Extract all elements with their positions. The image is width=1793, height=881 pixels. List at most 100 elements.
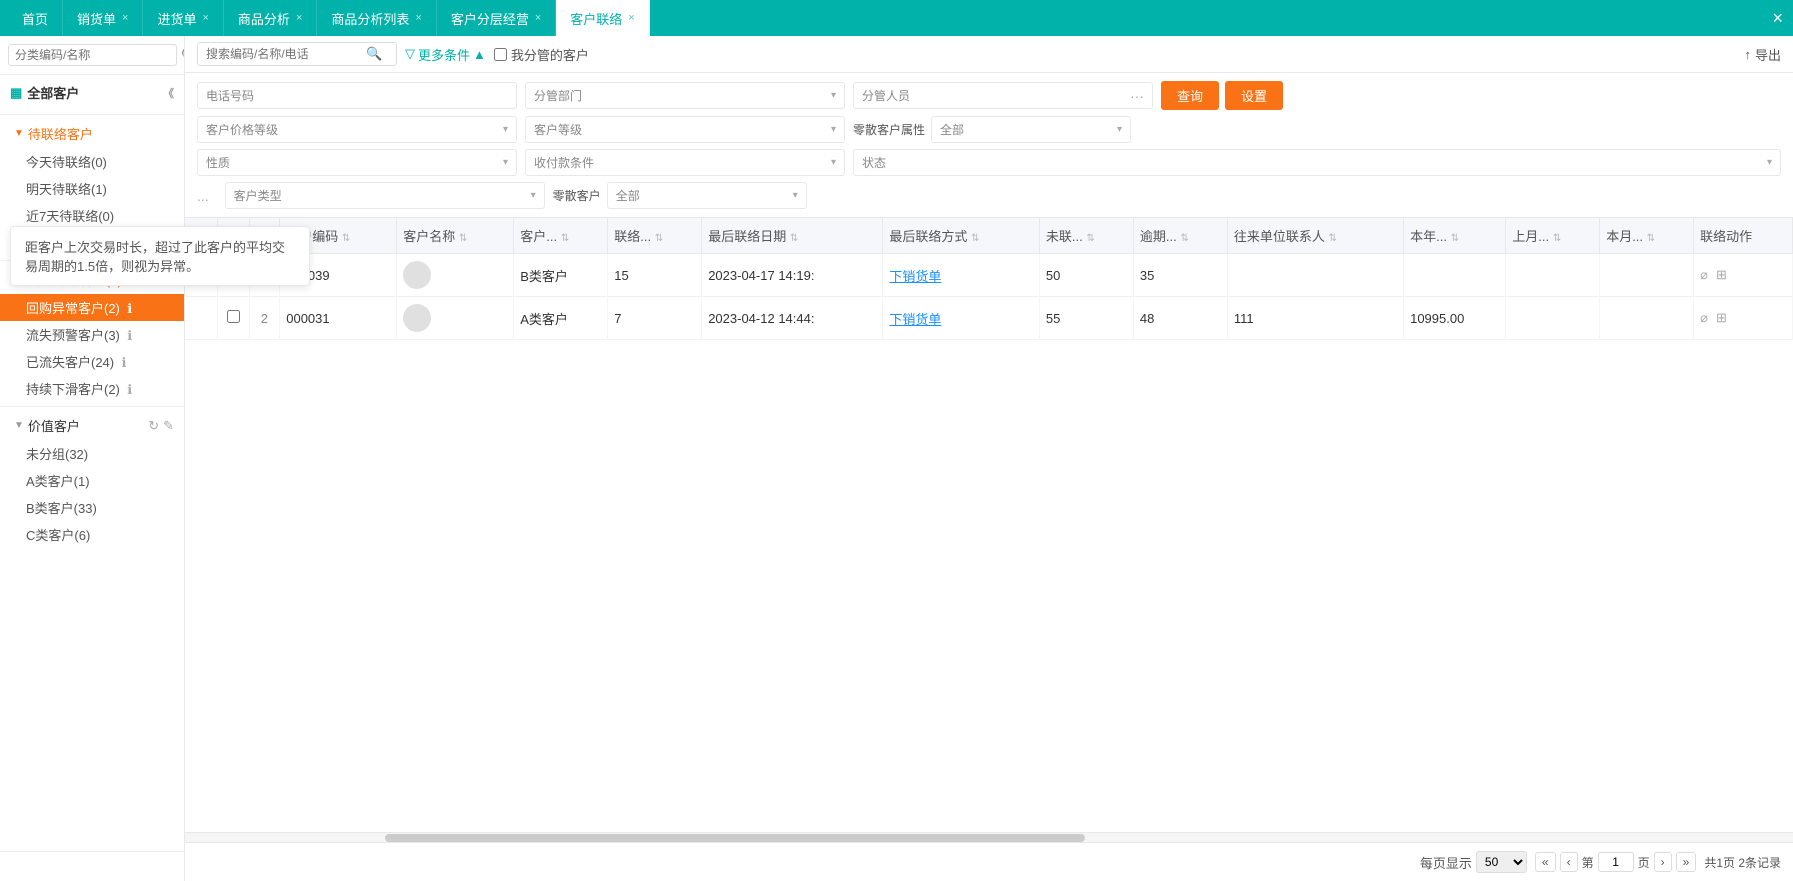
refresh-icon[interactable]: ↻: [148, 418, 159, 434]
td-gear: [185, 297, 217, 340]
settings-button[interactable]: 设置: [1225, 81, 1283, 110]
table-row: 2 000031 A类客户 7 2023-04-12 14:44: 下销货单 5…: [185, 297, 1793, 340]
td-uncontacted: 50: [1039, 254, 1133, 297]
query-button[interactable]: 查询: [1161, 81, 1219, 110]
payment-field[interactable]: 收付款条件 ▾: [525, 149, 845, 176]
contact-icon[interactable]: ⌀: [1700, 310, 1708, 326]
sidebar-item-c-class[interactable]: C类客户(6): [0, 521, 184, 548]
first-page-button[interactable]: «: [1535, 852, 1556, 872]
close-icon[interactable]: ×: [628, 12, 634, 24]
customer-type-field[interactable]: 客户类型 ▾: [225, 182, 545, 209]
scatter-attr-field[interactable]: 全部 ▾: [931, 116, 1131, 143]
td-customer-type: B类客户: [514, 254, 608, 297]
th-unit-contact[interactable]: 往来单位联系人 ⇅: [1227, 218, 1403, 254]
close-all-button[interactable]: ×: [1772, 9, 1783, 27]
th-last-contact-method[interactable]: 最后联络方式 ⇅: [883, 218, 1040, 254]
th-overdue[interactable]: 逾期... ⇅: [1133, 218, 1227, 254]
sidebar-item-churned[interactable]: 已流失客户(24) ℹ: [0, 348, 184, 375]
export-icon: ↑: [1744, 47, 1751, 62]
th-current-year[interactable]: 本年... ⇅: [1404, 218, 1506, 254]
my-customers-check[interactable]: [494, 48, 507, 61]
td-last-contact-method: 下销货单: [883, 254, 1040, 297]
expand-dots[interactable]: ...: [197, 188, 209, 204]
nav-purchase-order[interactable]: 进货单 ×: [143, 0, 223, 36]
sidebar-item-7day-contact[interactable]: 近7天待联络(0): [0, 202, 184, 229]
chevron-up-icon: ▲: [473, 47, 486, 62]
th-uncontacted[interactable]: 未联... ⇅: [1039, 218, 1133, 254]
export-button[interactable]: ↑ 导出: [1744, 45, 1781, 64]
horizontal-scrollbar[interactable]: [185, 832, 1793, 842]
close-icon[interactable]: ×: [202, 12, 208, 24]
sidebar-search-input[interactable]: [8, 44, 177, 66]
sidebar-item-a-class[interactable]: A类客户(1): [0, 467, 184, 494]
last-page-button[interactable]: »: [1676, 852, 1697, 872]
sort-icon: ⇅: [561, 233, 569, 244]
td-action: ⌀ ⊞: [1694, 297, 1793, 340]
sidebar-item-declining[interactable]: 持续下滑客户(2) ℹ: [0, 375, 184, 402]
th-contact-count[interactable]: 联络... ⇅: [608, 218, 702, 254]
more-action-icon[interactable]: ⊞: [1716, 267, 1727, 283]
main-layout: 🔍 ▦ 全部客户 《 ▼ 待联络客户 今天待联络(0) 明天待联络(1) 近7天…: [0, 36, 1793, 881]
filter-row-4: ... 客户类型 ▾ 零散客户 全部 ▾: [197, 182, 1781, 209]
search-box: 🔍: [197, 42, 397, 66]
chevron-down-icon: ▾: [1117, 124, 1122, 135]
sidebar-value-group[interactable]: ▼ 价值客户 ↻ ✎: [0, 411, 184, 440]
sidebar-all-customers[interactable]: ▦ 全部客户 《: [0, 75, 184, 110]
sidebar-item-b-class[interactable]: B类客户(33): [0, 494, 184, 521]
nav-home[interactable]: 首页: [8, 0, 63, 36]
sidebar-group-contact[interactable]: ▼ 待联络客户: [0, 119, 184, 148]
customer-level-field[interactable]: 客户等级 ▾: [525, 116, 845, 143]
sidebar-item-repurchase-abnormal[interactable]: 回购异常客户(2) ℹ: [0, 294, 184, 321]
dept-field[interactable]: 分管部门 ▾: [525, 82, 845, 109]
collapse-icon[interactable]: 《: [163, 85, 174, 101]
contact-icon[interactable]: ⌀: [1700, 267, 1708, 283]
person-field[interactable]: 分管人员 ···: [853, 82, 1153, 109]
page-number-input[interactable]: [1598, 852, 1634, 872]
tooltip-popup: 距客户上次交易时长，超过了此客户的平均交易周期的1.5倍，则视为异常。: [10, 226, 310, 286]
td-customer-type: A类客户: [514, 297, 608, 340]
prev-page-button[interactable]: ‹: [1560, 852, 1578, 872]
close-icon[interactable]: ×: [415, 12, 421, 24]
phone-field[interactable]: 电话号码: [197, 82, 517, 109]
sidebar-item-tomorrow-contact[interactable]: 明天待联络(1): [0, 175, 184, 202]
nav-customer-contact[interactable]: 客户联络 ×: [556, 0, 649, 36]
per-page-select[interactable]: 50 20 100: [1476, 851, 1527, 873]
sidebar-item-today-contact[interactable]: 今天待联络(0): [0, 148, 184, 175]
scrollbar-thumb[interactable]: [385, 834, 1085, 842]
close-icon[interactable]: ×: [296, 12, 302, 24]
sidebar-item-ungroup[interactable]: 未分组(32): [0, 440, 184, 467]
td-name: [397, 254, 514, 297]
sort-icon: ⇅: [1180, 233, 1188, 244]
my-customers-checkbox[interactable]: 我分管的客户: [494, 45, 589, 64]
action-buttons: ⌀ ⊞: [1700, 267, 1786, 283]
edit-icon[interactable]: ✎: [163, 418, 174, 434]
th-name[interactable]: 客户名称 ⇅: [397, 218, 514, 254]
td-checkbox[interactable]: [217, 297, 249, 340]
nav-product-analysis[interactable]: 商品分析 ×: [224, 0, 317, 36]
dots-icon[interactable]: ···: [1130, 88, 1144, 104]
more-action-icon[interactable]: ⊞: [1716, 310, 1727, 326]
nav-sales-order[interactable]: 销货单 ×: [63, 0, 143, 36]
search-icon[interactable]: 🔍: [366, 46, 382, 62]
gender-field[interactable]: 性质 ▾: [197, 149, 517, 176]
next-page-button[interactable]: ›: [1654, 852, 1672, 872]
th-last-contact-date[interactable]: 最后联络日期 ⇅: [702, 218, 883, 254]
last-contact-method-link[interactable]: 下销货单: [889, 269, 941, 284]
table-row: 1 000039 B类客户 15 2023-04-17 14:19: 下销货单 …: [185, 254, 1793, 297]
th-this-month[interactable]: 本月... ⇅: [1600, 218, 1694, 254]
nav-product-analysis-list[interactable]: 商品分析列表 ×: [317, 0, 436, 36]
price-level-field[interactable]: 客户价格等级 ▾: [197, 116, 517, 143]
scatter-customer-field[interactable]: 全部 ▾: [607, 182, 807, 209]
sidebar-item-churn-warning[interactable]: 流失预警客户(3) ℹ: [0, 321, 184, 348]
nav-customer-tier[interactable]: 客户分层经营 ×: [437, 0, 556, 36]
close-icon[interactable]: ×: [535, 12, 541, 24]
status-field[interactable]: 状态 ▾: [853, 149, 1781, 176]
last-contact-method-link[interactable]: 下销货单: [889, 312, 941, 327]
row-checkbox[interactable]: [227, 310, 240, 323]
th-last-month[interactable]: 上月... ⇅: [1506, 218, 1600, 254]
more-conditions-button[interactable]: ▽ 更多条件 ▲: [405, 45, 486, 64]
filter-actions: 查询 设置: [1161, 81, 1283, 110]
close-icon[interactable]: ×: [122, 12, 128, 24]
search-input[interactable]: [206, 47, 366, 61]
th-customer-type[interactable]: 客户... ⇅: [514, 218, 608, 254]
